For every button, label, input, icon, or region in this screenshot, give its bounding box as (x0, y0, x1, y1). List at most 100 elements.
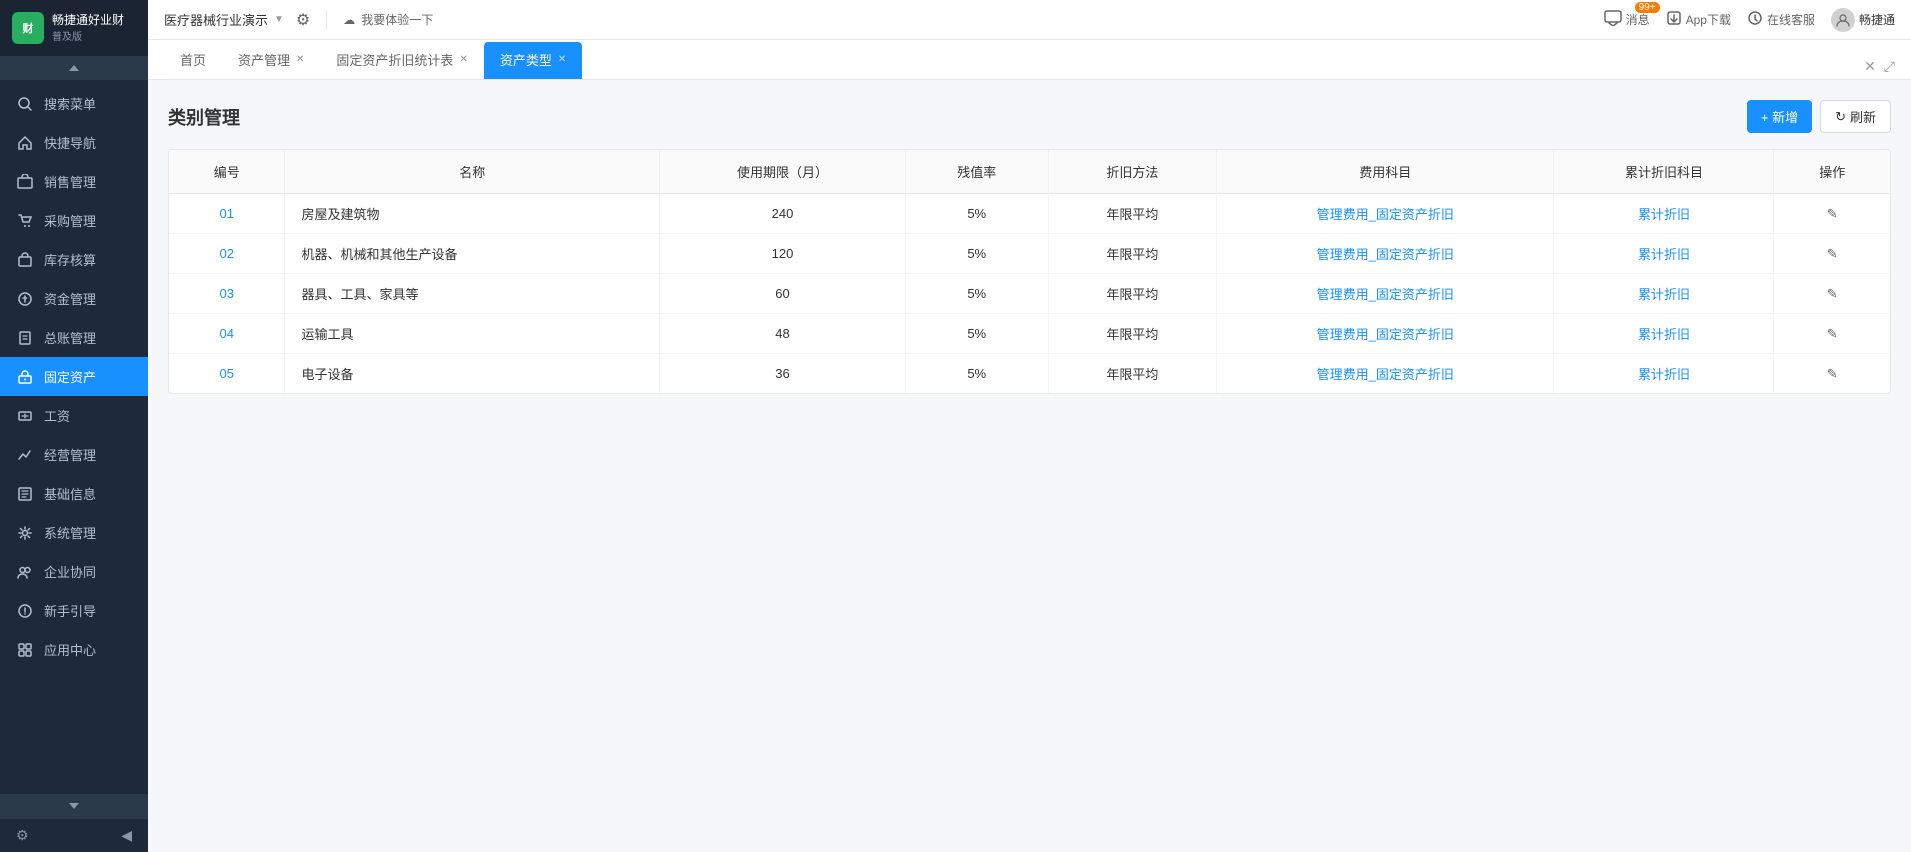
sidebar-item-ledger-label: 总账管理 (44, 328, 96, 347)
cell-method-3: 年限平均 (1048, 314, 1216, 354)
sidebar-item-system[interactable]: 系统管理 (0, 513, 148, 552)
app-logo: 财 畅捷通好业财 普及版 (0, 0, 148, 56)
tab-asset-type-close[interactable]: ✕ (558, 54, 566, 65)
service-icon (1747, 10, 1763, 29)
edit-icon-2[interactable]: ✎ (1827, 286, 1838, 301)
col-header-expense: 费用科目 (1217, 150, 1554, 194)
cell-code-0: 01 (169, 194, 285, 234)
cell-op-4[interactable]: ✎ (1774, 354, 1890, 394)
table-row: 02 机器、机械和其他生产设备 120 5% 年限平均 管理费用_固定资产折旧 … (169, 234, 1890, 274)
tab-asset-type[interactable]: 资产类型 ✕ (484, 42, 582, 79)
guide-icon (16, 602, 34, 620)
refresh-icon: ↻ (1835, 109, 1846, 125)
cell-op-1[interactable]: ✎ (1774, 234, 1890, 274)
sidebar-item-inventory-label: 库存核算 (44, 250, 96, 269)
tab-home[interactable]: 首页 (164, 42, 222, 79)
sidebar-item-purchase[interactable]: 采购管理 (0, 201, 148, 240)
refresh-btn[interactable]: ↻ 刷新 (1820, 100, 1891, 133)
app-download-label: App下载 (1686, 11, 1731, 28)
tab-asset-mgmt-close[interactable]: ✕ (296, 54, 304, 65)
table-row: 03 器具、工具、家具等 60 5% 年限平均 管理费用_固定资产折旧 累计折旧… (169, 274, 1890, 314)
cooperation-icon (16, 563, 34, 581)
sidebar-item-inventory[interactable]: 库存核算 (0, 240, 148, 279)
sidebar-collapse-btn[interactable]: ◀ (121, 827, 132, 844)
sidebar-item-sales[interactable]: 销售管理 (0, 162, 148, 201)
edit-icon-0[interactable]: ✎ (1827, 206, 1838, 221)
cell-op-0[interactable]: ✎ (1774, 194, 1890, 234)
new-btn[interactable]: + 新增 (1747, 100, 1812, 133)
cell-period-4: 36 (660, 354, 906, 394)
home-icon (16, 134, 34, 152)
messages-label: 消息 (1626, 11, 1650, 28)
sidebar-item-app-center[interactable]: 应用中心 (0, 630, 148, 669)
sidebar-item-fixed-assets[interactable]: 固定资产 (0, 357, 148, 396)
cell-period-2: 60 (660, 274, 906, 314)
page-actions: + 新增 ↻ 刷新 (1747, 100, 1891, 133)
user-avatar (1831, 8, 1855, 32)
message-icon (1604, 10, 1622, 29)
tab-depreciation[interactable]: 固定资产折旧统计表 ✕ (320, 42, 483, 79)
cell-code-3: 04 (169, 314, 285, 354)
cell-accum-2: 累计折旧 (1554, 274, 1774, 314)
sidebar-item-quick-nav[interactable]: 快捷导航 (0, 123, 148, 162)
cell-expense-3: 管理费用_固定资产折旧 (1217, 314, 1554, 354)
app-download-btn[interactable]: App下载 (1666, 10, 1731, 29)
app-center-icon (16, 641, 34, 659)
window-maximize-btn[interactable]: ⤢ (1884, 58, 1895, 75)
module-selector[interactable]: 医疗器械行业演示 ▼ (164, 10, 284, 29)
cell-method-0: 年限平均 (1048, 194, 1216, 234)
experience-btn[interactable]: ☁ 我要体验一下 (343, 11, 433, 28)
sidebar-item-ledger[interactable]: 总账管理 (0, 318, 148, 357)
sidebar-scroll-down[interactable] (0, 794, 148, 818)
messages-btn[interactable]: 消息 99+ (1604, 10, 1650, 29)
sidebar-item-quick-nav-label: 快捷导航 (44, 133, 96, 152)
cell-code-2: 03 (169, 274, 285, 314)
edit-icon-4[interactable]: ✎ (1827, 366, 1838, 381)
cell-op-3[interactable]: ✎ (1774, 314, 1890, 354)
sidebar-item-payroll[interactable]: 工资 (0, 396, 148, 435)
col-header-op: 操作 (1774, 150, 1890, 194)
sidebar-item-search-label: 搜索菜单 (44, 94, 96, 113)
sidebar-item-basics[interactable]: 基础信息 (0, 474, 148, 513)
cell-expense-2: 管理费用_固定资产折旧 (1217, 274, 1554, 314)
app-title: 畅捷通好业财 (52, 13, 124, 29)
cell-method-1: 年限平均 (1048, 234, 1216, 274)
sidebar-item-finance[interactable]: 资金管理 (0, 279, 148, 318)
experience-label: 我要体验一下 (361, 11, 433, 28)
user-profile[interactable]: 畅捷通 (1831, 8, 1895, 32)
cell-residual-4: 5% (905, 354, 1048, 394)
window-minimize-btn[interactable]: ✕ (1864, 58, 1876, 75)
cell-expense-4: 管理费用_固定资产折旧 (1217, 354, 1554, 394)
tab-asset-mgmt-label: 资产管理 (238, 50, 290, 69)
tab-asset-mgmt[interactable]: 资产管理 ✕ (222, 42, 320, 79)
cell-accum-1: 累计折旧 (1554, 234, 1774, 274)
sidebar-item-guide[interactable]: 新手引导 (0, 591, 148, 630)
cell-period-0: 240 (660, 194, 906, 234)
edit-icon-1[interactable]: ✎ (1827, 246, 1838, 261)
sidebar-item-app-center-label: 应用中心 (44, 640, 96, 659)
sidebar-item-cooperation[interactable]: 企业协同 (0, 552, 148, 591)
online-service-btn[interactable]: 在线客服 (1747, 10, 1815, 29)
tab-depreciation-label: 固定资产折旧统计表 (336, 50, 453, 69)
sidebar-item-system-label: 系统管理 (44, 523, 96, 542)
sidebar-item-operations[interactable]: 经营管理 (0, 435, 148, 474)
cell-residual-3: 5% (905, 314, 1048, 354)
cell-code-1: 02 (169, 234, 285, 274)
app-download-icon (1666, 10, 1682, 29)
cell-period-3: 48 (660, 314, 906, 354)
cell-op-2[interactable]: ✎ (1774, 274, 1890, 314)
data-table: 编号 名称 使用期限（月） 残值率 折旧方法 费用科目 累计折旧科目 操作 01… (168, 149, 1891, 394)
sidebar-scroll-up[interactable] (0, 56, 148, 80)
ledger-icon (16, 329, 34, 347)
topbar-settings-btn[interactable]: ⚙ (296, 10, 310, 30)
sidebar-settings-btn[interactable]: ⚙ (16, 827, 29, 844)
page-title: 类别管理 (168, 104, 240, 130)
sidebar-item-search[interactable]: 搜索菜单 (0, 84, 148, 123)
cell-name-3: 运输工具 (285, 314, 660, 354)
cell-name-2: 器具、工具、家具等 (285, 274, 660, 314)
messages-badge: 99+ (1635, 2, 1660, 13)
cell-accum-3: 累计折旧 (1554, 314, 1774, 354)
new-btn-label: + 新增 (1761, 107, 1798, 126)
tab-depreciation-close[interactable]: ✕ (459, 54, 467, 65)
edit-icon-3[interactable]: ✎ (1827, 326, 1838, 341)
